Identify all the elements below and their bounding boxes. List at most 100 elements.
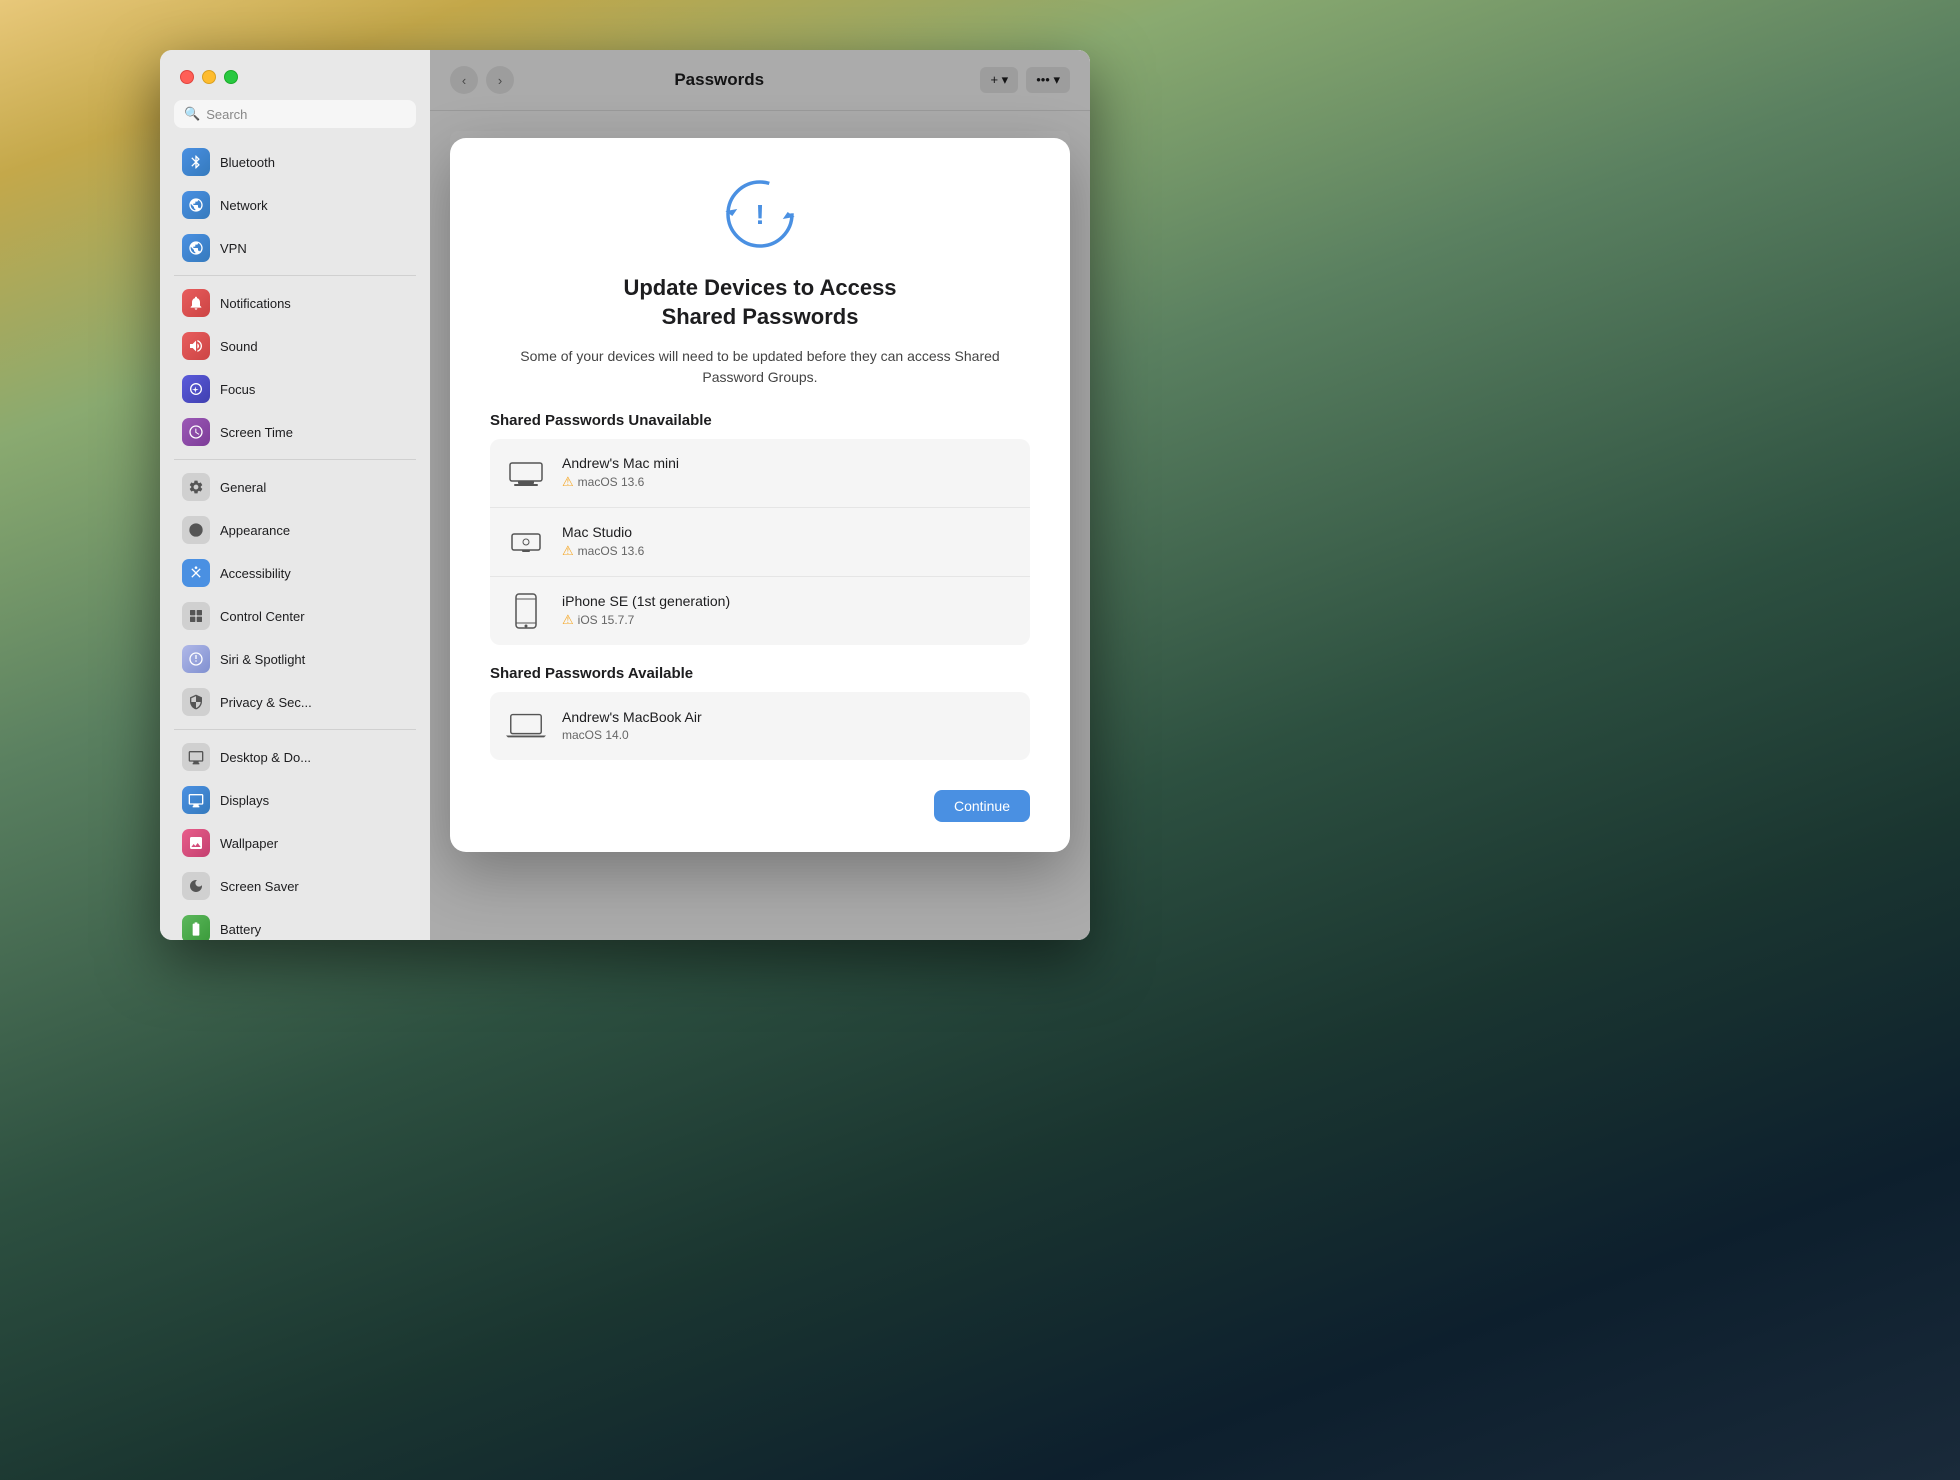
sidebar-item-displays[interactable]: Displays — [168, 779, 422, 821]
sidebar-label-wallpaper: Wallpaper — [220, 836, 278, 851]
accessibility-icon — [182, 559, 210, 587]
mac-studio-warning: ⚠ macOS 13.6 — [562, 543, 1014, 559]
sidebar-item-sound[interactable]: Sound — [168, 325, 422, 367]
sidebar-label-notifications: Notifications — [220, 296, 291, 311]
privacy-icon — [182, 688, 210, 716]
desktop-icon — [182, 743, 210, 771]
mac-studio-icon — [506, 522, 546, 562]
sidebar-item-notifications[interactable]: Notifications — [168, 282, 422, 324]
sidebar-item-screen-saver[interactable]: Screen Saver — [168, 865, 422, 907]
continue-button[interactable]: Continue — [934, 790, 1030, 822]
divider-1 — [174, 275, 416, 276]
close-button[interactable] — [180, 70, 194, 84]
sidebar-item-control-center[interactable]: Control Center — [168, 595, 422, 637]
sidebar-label-control-center: Control Center — [220, 609, 305, 624]
sidebar-label-accessibility: Accessibility — [220, 566, 291, 581]
mac-mini-os: macOS 13.6 — [578, 475, 645, 489]
warning-triangle-2: ⚠ — [562, 543, 574, 559]
device-item-macbook-air: Andrew's MacBook Air macOS 14.0 — [490, 692, 1030, 760]
update-devices-modal: ! Update Devices to AccessShared Passwor… — [450, 138, 1070, 851]
sidebar-item-screen-time[interactable]: Screen Time — [168, 411, 422, 453]
mac-mini-info: Andrew's Mac mini ⚠ macOS 13.6 — [562, 455, 1014, 490]
iphone-se-warning: ⚠ iOS 15.7.7 — [562, 612, 1014, 628]
sidebar-item-accessibility[interactable]: Accessibility — [168, 552, 422, 594]
mac-mini-icon — [506, 453, 546, 493]
sidebar-label-sound: Sound — [220, 339, 258, 354]
network-icon — [182, 191, 210, 219]
screen-saver-icon — [182, 872, 210, 900]
sidebar-item-desktop[interactable]: Desktop & Do... — [168, 736, 422, 778]
sidebar-label-siri: Siri & Spotlight — [220, 652, 305, 667]
modal-description: Some of your devices will need to be upd… — [520, 346, 1000, 388]
divider-2 — [174, 459, 416, 460]
warning-triangle-3: ⚠ — [562, 612, 574, 628]
traffic-lights — [160, 50, 430, 100]
battery-icon — [182, 915, 210, 940]
minimize-button[interactable] — [202, 70, 216, 84]
device-item-mac-mini: Andrew's Mac mini ⚠ macOS 13.6 — [490, 439, 1030, 508]
sidebar-label-screen-time: Screen Time — [220, 425, 293, 440]
macbook-air-name: Andrew's MacBook Air — [562, 709, 1014, 725]
sidebar-label-screen-saver: Screen Saver — [220, 879, 299, 894]
search-icon: 🔍 — [184, 106, 200, 122]
bluetooth-icon — [182, 148, 210, 176]
modal-icon: ! — [720, 174, 800, 254]
iphone-se-os: iOS 15.7.7 — [578, 613, 635, 627]
appearance-icon — [182, 516, 210, 544]
sidebar-label-general: General — [220, 480, 266, 495]
sidebar-label-privacy: Privacy & Sec... — [220, 695, 312, 710]
unavailable-device-list: Andrew's Mac mini ⚠ macOS 13.6 — [490, 439, 1030, 645]
mac-studio-name: Mac Studio — [562, 524, 1014, 540]
main-content: ‹ › Passwords + ▾ ••• ▾ Family sharing..… — [430, 50, 1090, 940]
mac-studio-info: Mac Studio ⚠ macOS 13.6 — [562, 524, 1014, 559]
sidebar-item-bluetooth[interactable]: Bluetooth — [168, 141, 422, 183]
vpn-icon — [182, 234, 210, 262]
macbook-air-os-row: macOS 14.0 — [562, 728, 1014, 742]
sidebar-item-privacy[interactable]: Privacy & Sec... — [168, 681, 422, 723]
macbook-air-icon — [506, 706, 546, 746]
divider-3 — [174, 729, 416, 730]
available-section-title: Shared Passwords Available — [490, 665, 1030, 682]
unavailable-section-title: Shared Passwords Unavailable — [490, 412, 1030, 429]
macbook-air-info: Andrew's MacBook Air macOS 14.0 — [562, 709, 1014, 742]
sidebar-label-bluetooth: Bluetooth — [220, 155, 275, 170]
sidebar-item-general[interactable]: General — [168, 466, 422, 508]
sidebar-label-displays: Displays — [220, 793, 269, 808]
sidebar: 🔍 Search Bluetooth Network — [160, 50, 430, 940]
sidebar-item-focus[interactable]: Focus — [168, 368, 422, 410]
sidebar-label-appearance: Appearance — [220, 523, 290, 538]
modal-overlay: ! Update Devices to AccessShared Passwor… — [430, 50, 1090, 940]
sidebar-label-battery: Battery — [220, 922, 261, 937]
sidebar-item-appearance[interactable]: Appearance — [168, 509, 422, 551]
sidebar-label-focus: Focus — [220, 382, 255, 397]
notifications-icon — [182, 289, 210, 317]
svg-text:!: ! — [755, 199, 764, 230]
search-bar[interactable]: 🔍 Search — [174, 100, 416, 128]
sound-icon — [182, 332, 210, 360]
system-preferences-window: 🔍 Search Bluetooth Network — [160, 50, 1090, 940]
maximize-button[interactable] — [224, 70, 238, 84]
sidebar-item-wallpaper[interactable]: Wallpaper — [168, 822, 422, 864]
mac-mini-name: Andrew's Mac mini — [562, 455, 1014, 471]
modal-footer: Continue — [490, 790, 1030, 822]
screen-time-icon — [182, 418, 210, 446]
mac-mini-warning: ⚠ macOS 13.6 — [562, 474, 1014, 490]
control-center-icon — [182, 602, 210, 630]
sidebar-item-battery[interactable]: Battery — [168, 908, 422, 940]
displays-icon — [182, 786, 210, 814]
iphone-se-icon — [506, 591, 546, 631]
sidebar-item-network[interactable]: Network — [168, 184, 422, 226]
siri-icon — [182, 645, 210, 673]
iphone-se-name: iPhone SE (1st generation) — [562, 593, 1014, 609]
mac-studio-os: macOS 13.6 — [578, 544, 645, 558]
general-icon — [182, 473, 210, 501]
wallpaper-icon — [182, 829, 210, 857]
sidebar-label-desktop: Desktop & Do... — [220, 750, 311, 765]
available-device-list: Andrew's MacBook Air macOS 14.0 — [490, 692, 1030, 760]
sidebar-label-network: Network — [220, 198, 268, 213]
sidebar-item-siri[interactable]: Siri & Spotlight — [168, 638, 422, 680]
search-placeholder: Search — [206, 107, 247, 122]
sidebar-label-vpn: VPN — [220, 241, 247, 256]
focus-icon — [182, 375, 210, 403]
sidebar-item-vpn[interactable]: VPN — [168, 227, 422, 269]
